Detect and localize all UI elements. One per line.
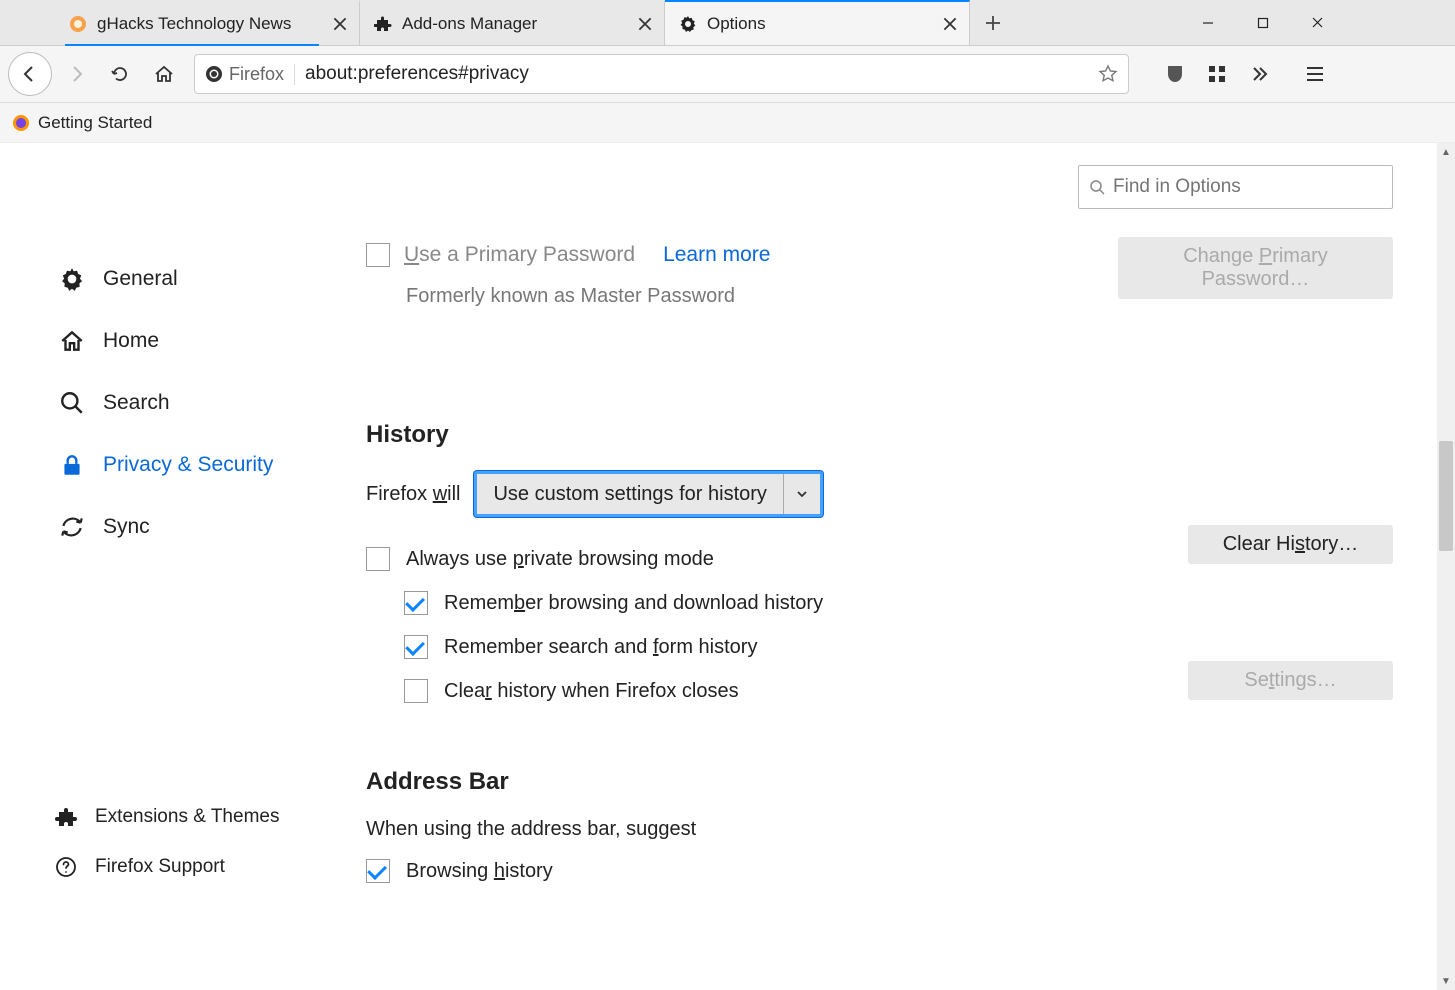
learn-more-link[interactable]: Learn more bbox=[663, 243, 770, 267]
bookmark-getting-started[interactable]: Getting Started bbox=[12, 113, 152, 133]
chevron-down-icon bbox=[784, 487, 820, 501]
home-icon bbox=[59, 328, 85, 354]
sidebar-item-privacy[interactable]: Privacy & Security bbox=[55, 434, 340, 496]
address-bar-subtitle: When using the address bar, suggest bbox=[366, 818, 1393, 841]
close-icon[interactable] bbox=[636, 15, 654, 33]
firefox-logo-icon bbox=[12, 114, 30, 132]
identity-label: Firefox bbox=[229, 64, 284, 85]
primary-password-section: Use a Primary Password Learn more Change… bbox=[366, 243, 1393, 308]
home-button[interactable] bbox=[144, 54, 184, 94]
remember-search-checkbox[interactable] bbox=[404, 635, 428, 659]
back-button[interactable] bbox=[8, 52, 52, 96]
lock-icon bbox=[59, 452, 85, 478]
nav-label: Privacy & Security bbox=[103, 453, 273, 477]
ghacks-favicon bbox=[69, 15, 87, 33]
bookmark-label: Getting Started bbox=[38, 113, 152, 133]
history-mode-select[interactable]: Use custom settings for history bbox=[474, 471, 822, 517]
firefox-icon bbox=[205, 65, 223, 83]
help-icon bbox=[55, 856, 77, 878]
tab-loading-indicator bbox=[65, 44, 319, 46]
sync-icon bbox=[59, 514, 85, 540]
gear-icon bbox=[679, 15, 697, 33]
remember-browsing-label: Remember browsing and download history bbox=[444, 592, 823, 615]
suggest-browsing-history-label: Browsing history bbox=[406, 860, 553, 883]
nav-label: General bbox=[103, 267, 178, 291]
search-icon bbox=[1089, 179, 1105, 195]
scroll-thumb[interactable] bbox=[1439, 441, 1453, 551]
preferences-main: Use a Primary Password Learn more Change… bbox=[340, 143, 1455, 990]
minimize-button[interactable] bbox=[1180, 0, 1235, 45]
nav-label: Home bbox=[103, 329, 159, 353]
ublock-icon[interactable] bbox=[1155, 54, 1195, 94]
tab-dropdown-space bbox=[0, 0, 55, 45]
puzzle-icon bbox=[374, 15, 392, 33]
nav-label: Sync bbox=[103, 515, 150, 539]
puzzle-icon bbox=[55, 806, 77, 828]
overflow-icon[interactable] bbox=[1239, 54, 1279, 94]
tab-title: gHacks Technology News bbox=[97, 14, 323, 34]
suggest-browsing-history-checkbox[interactable] bbox=[366, 859, 390, 883]
scroll-down-arrow[interactable]: ▼ bbox=[1437, 972, 1455, 990]
sidebar-firefox-support[interactable]: Firefox Support bbox=[55, 842, 279, 892]
close-icon[interactable] bbox=[941, 15, 959, 33]
sidebar-extensions-themes[interactable]: Extensions & Themes bbox=[55, 792, 279, 842]
close-icon[interactable] bbox=[331, 15, 349, 33]
address-bar-section: Address Bar When using the address bar, … bbox=[366, 768, 1393, 903]
remember-browsing-checkbox[interactable] bbox=[404, 591, 428, 615]
titlebar: gHacks Technology News Add-ons Manager O… bbox=[0, 0, 1455, 46]
tab-title: Options bbox=[707, 14, 933, 34]
hamburger-menu-button[interactable] bbox=[1295, 54, 1335, 94]
clear-on-close-checkbox[interactable] bbox=[404, 679, 428, 703]
url-input[interactable] bbox=[305, 63, 1098, 85]
forward-button[interactable] bbox=[56, 54, 96, 94]
tab-title: Add-ons Manager bbox=[402, 14, 628, 34]
identity-box[interactable]: Firefox bbox=[205, 64, 295, 85]
history-settings-button: Settings… bbox=[1188, 661, 1393, 700]
vertical-scrollbar[interactable]: ▲ ▼ bbox=[1437, 143, 1455, 990]
scroll-up-arrow[interactable]: ▲ bbox=[1437, 143, 1455, 161]
tab-options[interactable]: Options bbox=[665, 0, 970, 45]
sidebar-item-home[interactable]: Home bbox=[55, 310, 340, 372]
remember-search-label: Remember search and form history bbox=[444, 636, 757, 659]
tab-addons[interactable]: Add-ons Manager bbox=[360, 0, 665, 45]
nav-label: Search bbox=[103, 391, 170, 415]
bookmarks-toolbar: Getting Started bbox=[0, 103, 1455, 143]
history-section: History Firefox will Use custom settings… bbox=[366, 421, 1393, 723]
preferences-sidebar: General Home Search Privacy & Security S… bbox=[0, 143, 340, 990]
change-primary-password-button: Change Primary Password… bbox=[1118, 237, 1393, 299]
tab-ghacks[interactable]: gHacks Technology News bbox=[55, 0, 360, 45]
maximize-button[interactable] bbox=[1235, 0, 1290, 45]
sidebar-item-general[interactable]: General bbox=[55, 248, 340, 310]
always-private-checkbox[interactable] bbox=[366, 547, 390, 571]
select-value: Use custom settings for history bbox=[477, 474, 783, 514]
use-primary-password-checkbox[interactable] bbox=[366, 243, 390, 267]
search-icon bbox=[59, 390, 85, 416]
find-in-options[interactable] bbox=[1078, 165, 1393, 209]
use-primary-password-label: Use a Primary Password bbox=[404, 243, 635, 267]
reload-button[interactable] bbox=[100, 54, 140, 94]
new-tab-button[interactable] bbox=[970, 0, 1016, 45]
clear-on-close-label: Clear history when Firefox closes bbox=[444, 680, 739, 703]
always-private-label: Always use private browsing mode bbox=[406, 548, 714, 571]
sb-label: Extensions & Themes bbox=[95, 806, 279, 828]
preferences-content: General Home Search Privacy & Security S… bbox=[0, 143, 1455, 990]
clear-history-button[interactable]: Clear History… bbox=[1188, 525, 1393, 564]
firefox-will-label: Firefox will bbox=[366, 483, 460, 506]
window-close-button[interactable] bbox=[1290, 0, 1345, 45]
sidebar-item-sync[interactable]: Sync bbox=[55, 496, 340, 558]
gear-icon bbox=[59, 266, 85, 292]
url-bar[interactable]: Firefox bbox=[194, 54, 1129, 94]
extensions-icon[interactable] bbox=[1197, 54, 1237, 94]
navigation-toolbar: Firefox bbox=[0, 46, 1455, 103]
sidebar-item-search[interactable]: Search bbox=[55, 372, 340, 434]
sb-label: Firefox Support bbox=[95, 856, 225, 878]
address-bar-heading: Address Bar bbox=[366, 768, 1393, 796]
history-heading: History bbox=[366, 421, 1393, 449]
bookmark-star-icon[interactable] bbox=[1098, 64, 1118, 84]
find-input[interactable] bbox=[1113, 176, 1382, 198]
